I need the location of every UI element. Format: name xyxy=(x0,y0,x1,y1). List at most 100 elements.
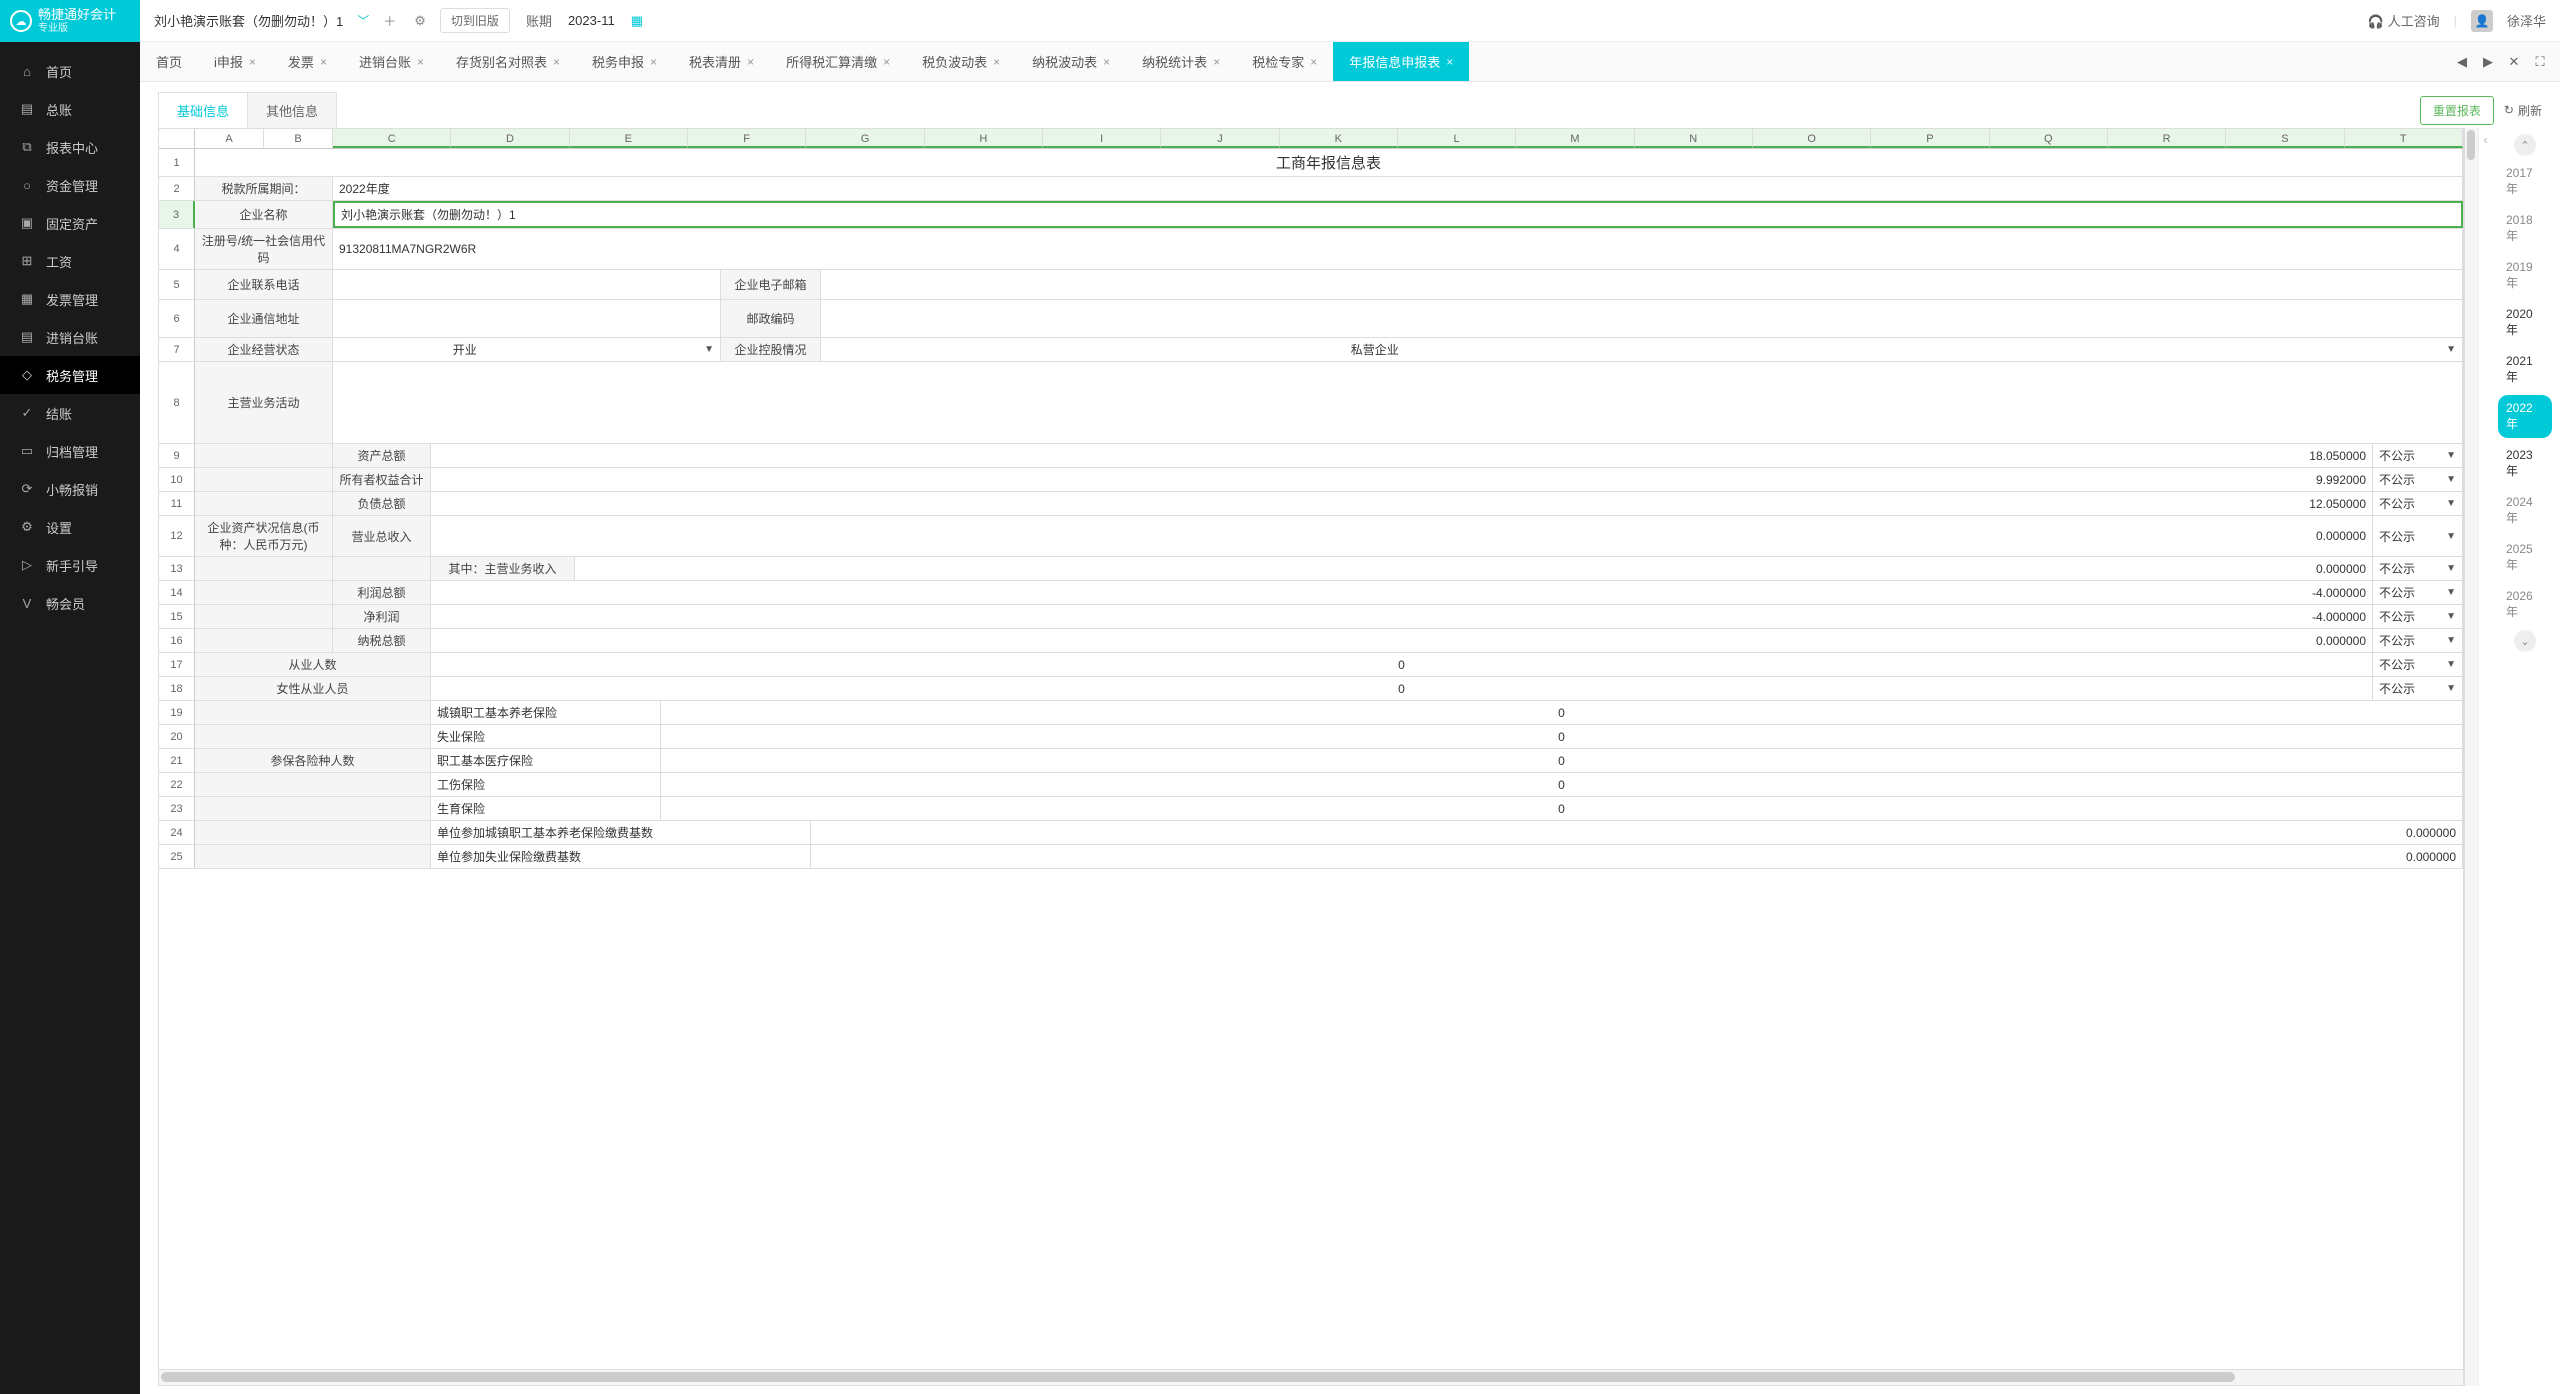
close-icon[interactable]: × xyxy=(1213,55,1220,69)
year-item[interactable]: 2021年 xyxy=(2498,348,2552,391)
column-header[interactable]: Q xyxy=(1990,129,2108,148)
row-header[interactable]: 16 xyxy=(159,629,195,652)
publicity-select[interactable]: 不公示▼ xyxy=(2373,492,2463,515)
tab-7[interactable]: 所得税汇算清缴× xyxy=(770,42,906,81)
vertical-scrollbar[interactable] xyxy=(2464,128,2478,1386)
nav-item-12[interactable]: ⚙设置 xyxy=(0,508,140,546)
row-header[interactable]: 20 xyxy=(159,725,195,748)
tab-2[interactable]: 发票× xyxy=(272,42,343,81)
tab-12[interactable]: 年报信息申报表× xyxy=(1333,42,1469,81)
close-icon[interactable]: × xyxy=(1310,55,1317,69)
field-value[interactable]: -4.000000 xyxy=(431,605,2373,628)
nav-item-4[interactable]: ▣固定资产 xyxy=(0,204,140,242)
publicity-select[interactable]: 不公示▼ xyxy=(2373,653,2463,676)
field-value[interactable]: 91320811MA7NGR2W6R xyxy=(333,229,2463,269)
publicity-select[interactable]: 不公示▼ xyxy=(2373,581,2463,604)
row-header[interactable]: 24 xyxy=(159,821,195,844)
account-selector[interactable]: 刘小艳演示账套（勿删勿动！）1 ﹀ xyxy=(154,11,369,30)
field-value[interactable]: 0 xyxy=(661,701,2463,724)
company-name-cell[interactable]: 刘小艳演示账套（勿删勿动！）1 xyxy=(333,201,2463,228)
row-header[interactable]: 17 xyxy=(159,653,195,676)
column-header[interactable]: I xyxy=(1043,129,1161,148)
holding-select[interactable]: 私营企业▼ xyxy=(821,338,2463,361)
row-header[interactable]: 5 xyxy=(159,270,195,299)
year-item[interactable]: 2023年 xyxy=(2498,442,2552,485)
field-value[interactable]: 0 xyxy=(661,725,2463,748)
field-value[interactable] xyxy=(821,300,2463,337)
row-header[interactable]: 9 xyxy=(159,444,195,467)
publicity-select[interactable]: 不公示▼ xyxy=(2373,629,2463,652)
row-header[interactable]: 4 xyxy=(159,229,195,269)
field-value[interactable] xyxy=(333,270,721,299)
tab-10[interactable]: 纳税统计表× xyxy=(1126,42,1236,81)
row-header[interactable]: 7 xyxy=(159,338,195,361)
column-header[interactable]: K xyxy=(1280,129,1398,148)
nav-item-9[interactable]: ✓结账 xyxy=(0,394,140,432)
switch-old-version-button[interactable]: 切到旧版 xyxy=(440,8,510,33)
field-value[interactable]: 9.992000 xyxy=(431,468,2373,491)
period-value[interactable]: 2023-11 xyxy=(568,13,615,28)
close-icon[interactable]: × xyxy=(1446,55,1453,69)
nav-item-7[interactable]: ▤进销台账 xyxy=(0,318,140,356)
row-header[interactable]: 3 xyxy=(159,201,195,228)
column-header[interactable]: T xyxy=(2345,129,2463,148)
field-value[interactable]: 2022年度 xyxy=(333,177,2463,200)
year-down-button[interactable]: ⌄ xyxy=(2514,630,2536,652)
avatar[interactable]: 👤 xyxy=(2471,10,2493,32)
field-value[interactable]: 0 xyxy=(431,677,2373,700)
field-value[interactable]: 0.000000 xyxy=(575,557,2373,580)
year-item[interactable]: 2019年 xyxy=(2498,254,2552,297)
status-select[interactable]: 开业▼ xyxy=(333,338,721,361)
field-value[interactable] xyxy=(821,270,2463,299)
close-icon[interactable]: × xyxy=(883,55,890,69)
year-up-button[interactable]: ⌃ xyxy=(2514,134,2536,156)
username[interactable]: 徐泽华 xyxy=(2507,11,2546,30)
field-value[interactable]: -4.000000 xyxy=(431,581,2373,604)
row-header[interactable]: 22 xyxy=(159,773,195,796)
field-value[interactable]: 0 xyxy=(661,797,2463,820)
horizontal-scrollbar[interactable] xyxy=(159,1369,2463,1385)
tab-4[interactable]: 存货别名对照表× xyxy=(440,42,576,81)
refresh-button[interactable]: ↻ 刷新 xyxy=(2504,102,2542,119)
nav-item-13[interactable]: ▷新手引导 xyxy=(0,546,140,584)
column-header[interactable]: O xyxy=(1753,129,1871,148)
reset-report-button[interactable]: 重置报表 xyxy=(2420,96,2494,125)
row-header[interactable]: 2 xyxy=(159,177,195,200)
column-header[interactable]: N xyxy=(1635,129,1753,148)
tab-next-button[interactable]: ▶ xyxy=(2476,50,2500,74)
nav-item-1[interactable]: ▤总账 xyxy=(0,90,140,128)
field-value[interactable]: 0.000000 xyxy=(431,629,2373,652)
tab-9[interactable]: 纳税波动表× xyxy=(1016,42,1126,81)
year-item[interactable]: 2018年 xyxy=(2498,207,2552,250)
tab-5[interactable]: 税务申报× xyxy=(576,42,673,81)
settings-icon[interactable]: ⚙ xyxy=(410,11,430,31)
close-icon[interactable]: × xyxy=(650,55,657,69)
field-value[interactable] xyxy=(333,362,2463,443)
nav-item-3[interactable]: ○资金管理 xyxy=(0,166,140,204)
column-header[interactable]: J xyxy=(1161,129,1279,148)
field-value[interactable]: 0 xyxy=(661,773,2463,796)
field-value[interactable]: 18.050000 xyxy=(431,444,2373,467)
spreadsheet[interactable]: ABCDEFGHIJKLMNOPQRST 1工商年报信息表2税款所属期间：202… xyxy=(158,128,2464,1386)
nav-item-14[interactable]: V畅会员 xyxy=(0,584,140,622)
year-item[interactable]: 2024年 xyxy=(2498,489,2552,532)
subtab-1[interactable]: 其他信息 xyxy=(248,93,336,128)
column-header[interactable]: B xyxy=(264,129,333,148)
row-header[interactable]: 21 xyxy=(159,749,195,772)
column-header[interactable]: H xyxy=(925,129,1043,148)
nav-item-11[interactable]: ⟳小畅报销 xyxy=(0,470,140,508)
nav-item-8[interactable]: ◇税务管理 xyxy=(0,356,140,394)
nav-item-2[interactable]: ⧉报表中心 xyxy=(0,128,140,166)
calendar-icon[interactable]: ▦ xyxy=(631,13,643,29)
column-header[interactable]: S xyxy=(2226,129,2344,148)
nav-item-5[interactable]: ⊞工资 xyxy=(0,242,140,280)
row-header[interactable]: 11 xyxy=(159,492,195,515)
publicity-select[interactable]: 不公示▼ xyxy=(2373,468,2463,491)
row-header[interactable]: 8 xyxy=(159,362,195,443)
fullscreen-button[interactable]: ⛶ xyxy=(2528,50,2552,74)
column-header[interactable]: R xyxy=(2108,129,2226,148)
tab-prev-button[interactable]: ◀ xyxy=(2450,50,2474,74)
column-header[interactable]: C xyxy=(333,129,451,148)
column-header[interactable]: G xyxy=(806,129,924,148)
tab-close-button[interactable]: ✕ xyxy=(2502,50,2526,74)
